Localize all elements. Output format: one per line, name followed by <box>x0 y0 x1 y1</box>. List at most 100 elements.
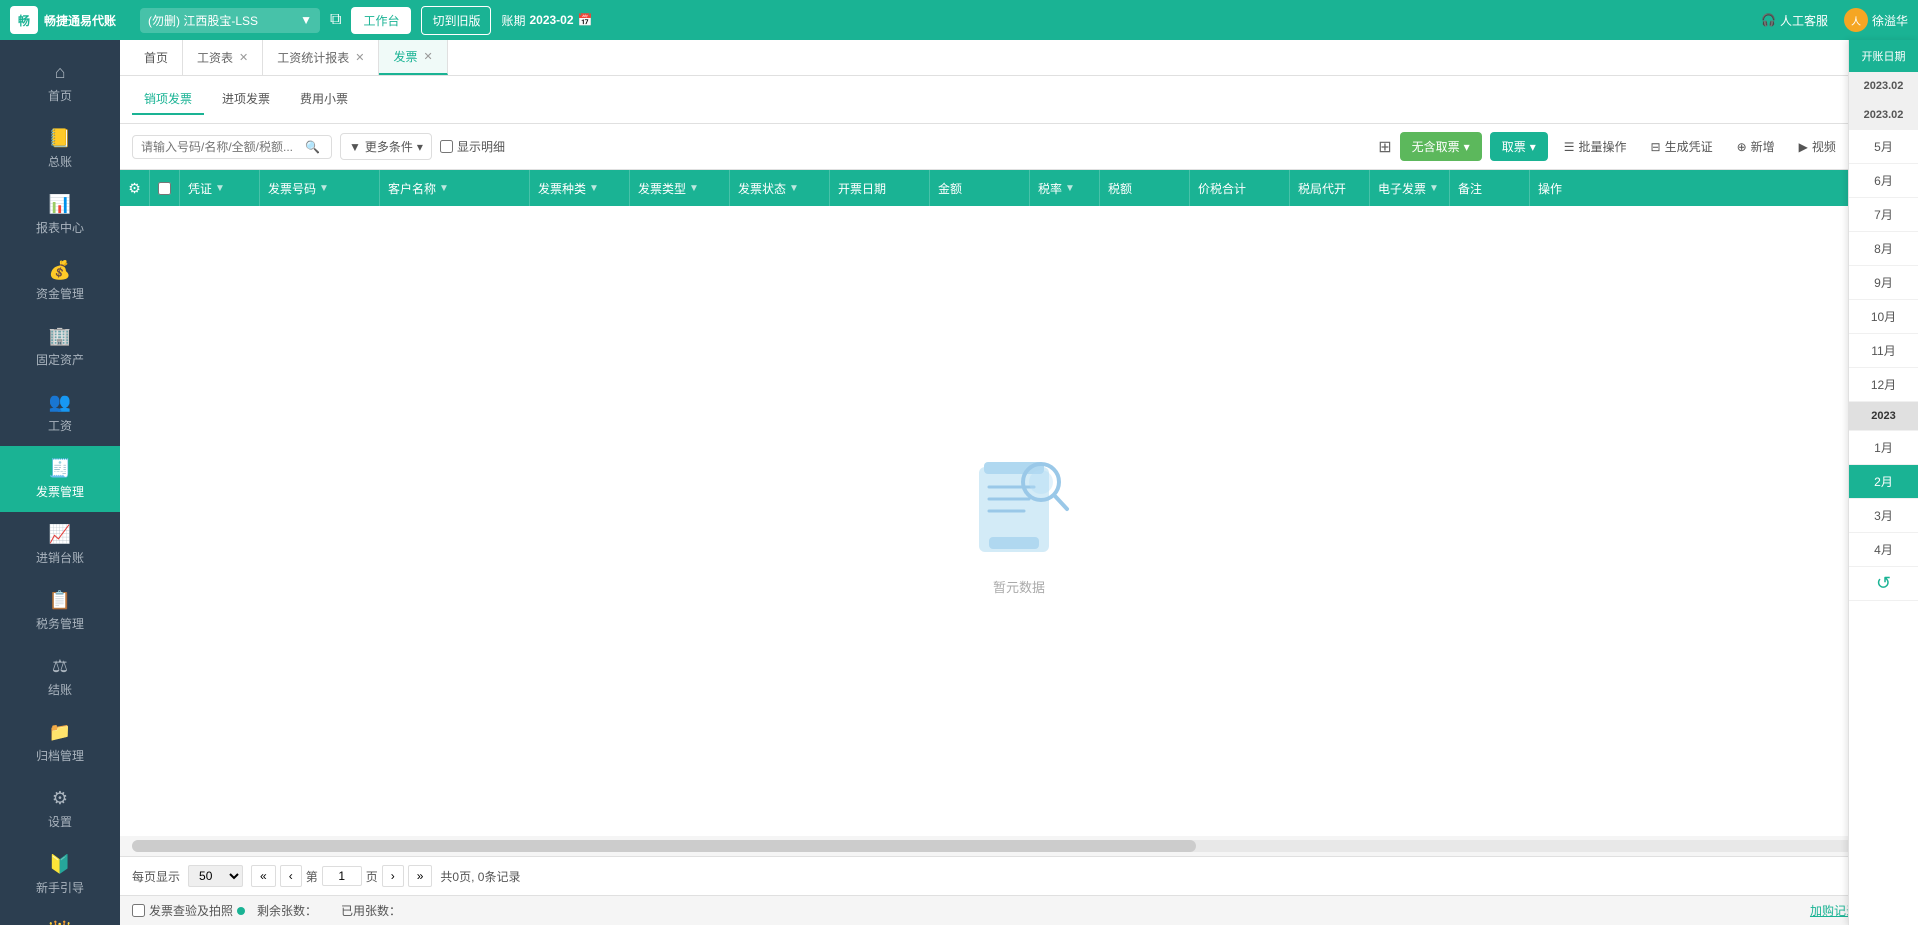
date-month-8[interactable]: 8月 <box>1849 232 1918 266</box>
column-settings-icon[interactable]: ⊞ <box>1378 137 1391 157</box>
tab-payroll-table[interactable]: 工资表 ✕ <box>183 40 263 75</box>
invoice-tab-close[interactable]: ✕ <box>424 50 433 63</box>
date-month-5[interactable]: 5月 <box>1849 130 1918 164</box>
new-button[interactable]: ⊕ 新增 <box>1729 134 1783 159</box>
app-name: 畅捷通易代账 <box>44 12 116 29</box>
sidebar-item-sales[interactable]: 📈 进销台账 <box>0 512 120 578</box>
table-body: 暂元数据 <box>120 206 1918 836</box>
reports-icon: 📊 <box>49 194 71 215</box>
th-invoice-category: 发票类型 ▼ <box>630 170 730 206</box>
user-avatar-area[interactable]: 人 徐溢华 <box>1844 8 1908 32</box>
date-month-10[interactable]: 10月 <box>1849 300 1918 334</box>
sidebar-label-home: 首页 <box>48 87 72 104</box>
date-month-7[interactable]: 7月 <box>1849 198 1918 232</box>
date-month-4[interactable]: 4月 <box>1849 533 1918 567</box>
no-tax-button[interactable]: 无含取票 ▾ <box>1400 132 1482 161</box>
pagination: « ‹ 第 页 › » <box>251 865 432 887</box>
page-size-select[interactable]: 50 10 20 100 <box>188 865 243 887</box>
filter-button[interactable]: ▼ 更多条件 ▾ <box>340 133 432 160</box>
verify-checkbox[interactable] <box>132 904 145 917</box>
payroll-stats-close[interactable]: ✕ <box>355 51 364 64</box>
workspace-button[interactable]: 工作台 <box>351 7 411 34</box>
avatar: 人 <box>1844 8 1868 32</box>
tab-invoice[interactable]: 发票 ✕ <box>379 40 447 75</box>
fetch-button[interactable]: 取票 ▾ <box>1490 132 1548 161</box>
guide-icon: 🔰 <box>49 854 71 875</box>
tab-home[interactable]: 首页 <box>130 40 183 75</box>
settings-icon: ⚙ <box>52 788 68 809</box>
sidebar-item-ledger[interactable]: 📒 总账 <box>0 116 120 182</box>
sidebar-item-settings[interactable]: ⚙ 设置 <box>0 776 120 842</box>
show-detail-checkbox[interactable]: 显示明细 <box>440 138 505 155</box>
sidebar-item-invoice[interactable]: 🧾 发票管理 <box>0 446 120 512</box>
last-page-btn[interactable]: » <box>408 865 433 887</box>
old-version-button[interactable]: 切到旧版 <box>421 6 491 35</box>
sidebar-label-settings: 设置 <box>48 813 72 830</box>
archive-icon: 📁 <box>49 722 71 743</box>
sidebar-item-member[interactable]: 👑 畅会员 <box>0 908 120 925</box>
th-settings: ⚙ <box>120 170 150 206</box>
table-footer: 每页显示 50 10 20 100 « ‹ 第 页 › » <box>120 856 1918 895</box>
sort-invoice-no: ▼ <box>319 183 329 194</box>
date-month-11[interactable]: 11月 <box>1849 334 1918 368</box>
sidebar-item-tax[interactable]: 📋 税务管理 <box>0 578 120 644</box>
sidebar-item-archive[interactable]: 📁 归档管理 <box>0 710 120 776</box>
date-month-2-active[interactable]: 2月 <box>1849 465 1918 499</box>
generate-voucher-button[interactable]: ⊟ 生成凭证 <box>1643 134 1721 159</box>
prev-page-btn[interactable]: ‹ <box>280 865 302 887</box>
date-panel-refresh-btn[interactable]: ↺ <box>1849 567 1918 601</box>
sidebar-item-payroll[interactable]: 👥 工资 <box>0 380 120 446</box>
search-wrap: 🔍 <box>132 135 332 159</box>
th-customer: 客户名称 ▼ <box>380 170 530 206</box>
payroll-tab-close[interactable]: ✕ <box>239 51 248 64</box>
select-all-checkbox[interactable] <box>158 182 171 195</box>
sub-tab-sales[interactable]: 销项发票 <box>132 84 204 115</box>
date-month-3[interactable]: 3月 <box>1849 499 1918 533</box>
invoice-tab-label: 发票 <box>393 48 417 65</box>
company-selector[interactable]: (勿删) 江西股宝-LSS ▼ <box>140 8 320 33</box>
sidebar-item-home[interactable]: ⌂ 首页 <box>0 50 120 116</box>
th-voucher: 凭证 ▼ <box>180 170 260 206</box>
open-period-button[interactable]: 开账日期 <box>1849 40 1918 72</box>
sub-tab-expense[interactable]: 费用小票 <box>288 84 360 115</box>
home-tab-label: 首页 <box>144 49 168 66</box>
next-page-btn[interactable]: › <box>382 865 404 887</box>
page-content: 销项发票 进项发票 费用小票 🔍 ▼ 更多条件 ▾ <box>120 76 1918 925</box>
tab-payroll-stats[interactable]: 工资统计报表 ✕ <box>263 40 379 75</box>
date-month-1[interactable]: 1月 <box>1849 431 1918 465</box>
headset-icon: 🎧 <box>1761 13 1776 27</box>
search-input[interactable] <box>141 140 301 154</box>
horizontal-scrollbar[interactable] <box>132 840 1906 852</box>
video-button[interactable]: ▶ 视频 <box>1791 134 1844 159</box>
th-checkbox <box>150 170 180 206</box>
sidebar-item-settlement[interactable]: ⚖ 结账 <box>0 644 120 710</box>
table-area: ⚙ 凭证 ▼ 发票号码 ▼ 客户名称 ▼ <box>120 170 1918 895</box>
th-tax-total: 价税合计 <box>1190 170 1290 206</box>
sidebar-item-guide[interactable]: 🔰 新手引导 <box>0 842 120 908</box>
date-month-12[interactable]: 12月 <box>1849 368 1918 402</box>
sidebar-label-tax: 税务管理 <box>36 615 84 632</box>
sales-icon: 📈 <box>49 524 71 545</box>
first-page-btn[interactable]: « <box>251 865 276 887</box>
page-number-input[interactable] <box>322 866 362 886</box>
empty-illustration <box>959 447 1079 567</box>
date-month-9[interactable]: 9月 <box>1849 266 1918 300</box>
sidebar-label-guide: 新手引导 <box>36 879 84 896</box>
tax-icon: 📋 <box>49 590 71 611</box>
sidebar-label-reports: 报表中心 <box>36 219 84 236</box>
sub-tab-purchase[interactable]: 进项发票 <box>210 84 282 115</box>
customer-service[interactable]: 🎧 人工客服 <box>1761 12 1828 29</box>
date-month-6[interactable]: 6月 <box>1849 164 1918 198</box>
sidebar-item-assets[interactable]: 🏢 固定资产 <box>0 314 120 380</box>
sidebar-label-funds: 资金管理 <box>36 285 84 302</box>
fetch-dropdown-icon: ▾ <box>1530 140 1536 154</box>
batch-ops-button[interactable]: ☰ 批量操作 <box>1556 134 1635 159</box>
logo-area: 畅 畅捷通易代账 <box>10 6 130 34</box>
sidebar-item-reports[interactable]: 📊 报表中心 <box>0 182 120 248</box>
copy-icon: ⧉ <box>330 11 341 29</box>
status-bar: 发票查验及拍照 剩余张数： 已用张数： 加购记录 去充值 <box>120 895 1918 925</box>
detail-checkbox[interactable] <box>440 140 453 153</box>
username: 徐溢华 <box>1872 12 1908 29</box>
sidebar-item-funds[interactable]: 💰 资金管理 <box>0 248 120 314</box>
th-tax-rate: 税率 ▼ <box>1030 170 1100 206</box>
